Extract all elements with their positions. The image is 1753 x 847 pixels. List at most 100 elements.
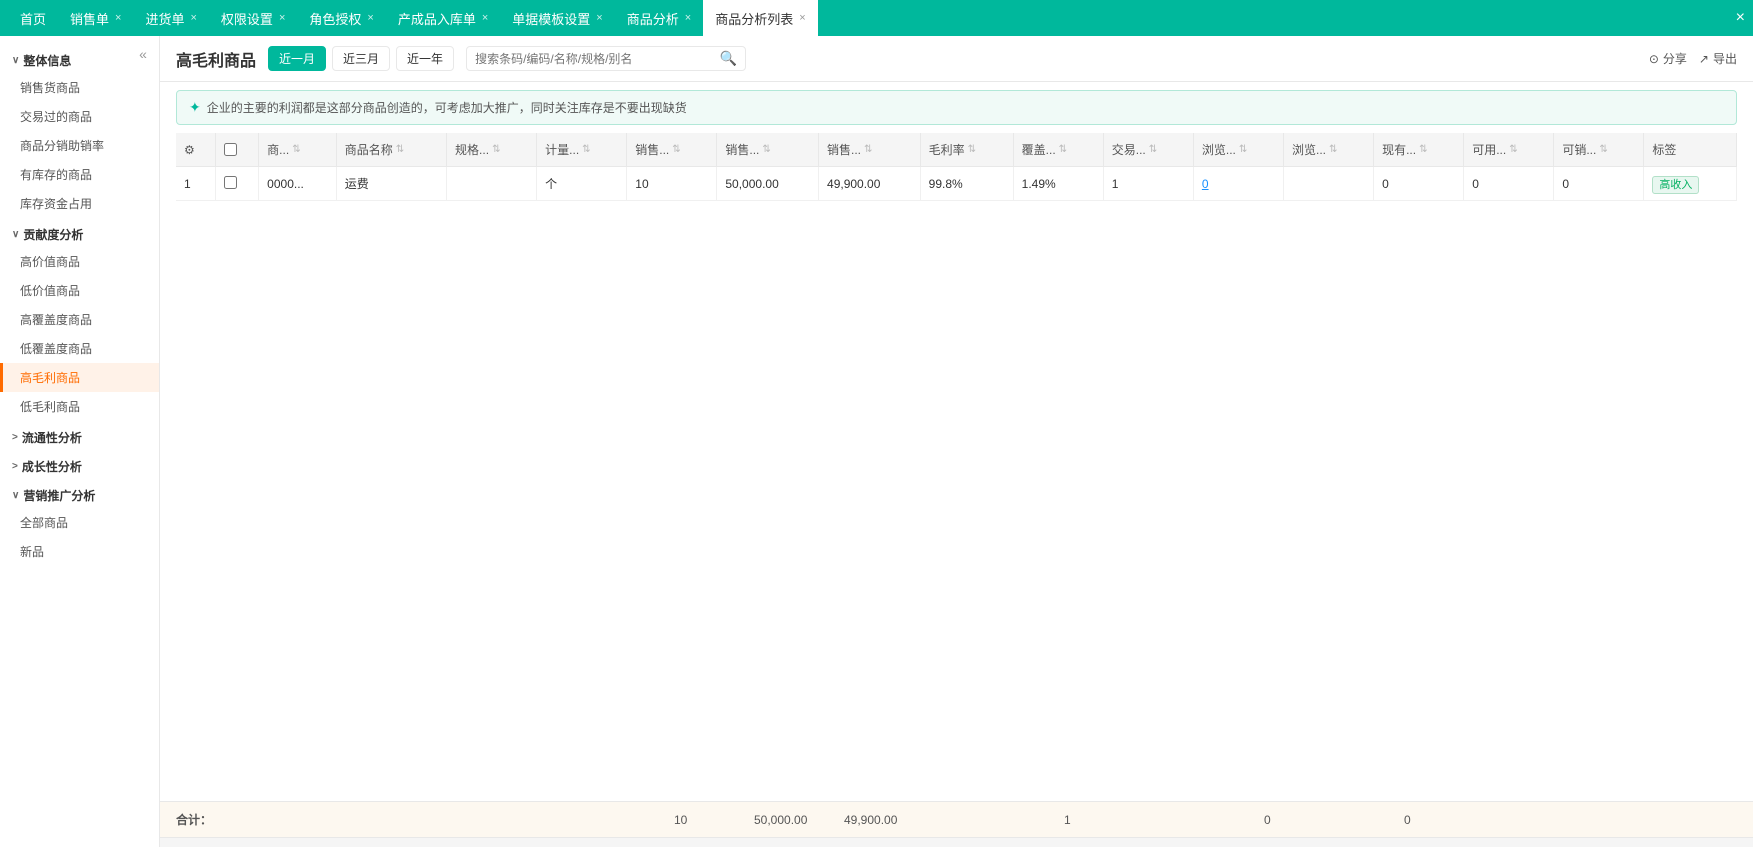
footer-label: 合计： xyxy=(176,811,296,828)
filter-btn-近三月[interactable]: 近三月 xyxy=(332,46,390,71)
nav-item-进货单[interactable]: 进货单 × xyxy=(133,0,208,36)
nav-item-商品分析[interactable]: 商品分析 × xyxy=(615,0,703,36)
col-header-current[interactable]: 现有...⇅ xyxy=(1374,133,1464,167)
col-header-available[interactable]: 可用...⇅ xyxy=(1464,133,1554,167)
sort-icon[interactable]: ⇅ xyxy=(292,144,300,155)
footer-cell-sales_cost: 49,900.00 xyxy=(836,813,926,827)
nav-item-首页[interactable]: 首页 xyxy=(8,0,58,36)
row-checkbox[interactable] xyxy=(224,176,237,189)
col-header-gross_rate[interactable]: 毛利率⇅ xyxy=(920,133,1013,167)
browse-link[interactable]: 0 xyxy=(1202,177,1209,191)
search-icon[interactable]: 🔍 xyxy=(720,50,737,67)
nav-close-icon[interactable]: × xyxy=(596,12,602,24)
sort-icon[interactable]: ⇅ xyxy=(762,144,770,155)
col-header-name[interactable]: 商品名称⇅ xyxy=(336,133,446,167)
sidebar-item-新品[interactable]: 新品 xyxy=(0,537,159,566)
share-button[interactable]: ⊙ 分享 xyxy=(1649,50,1687,67)
sidebar-collapse-button[interactable]: « xyxy=(133,44,153,64)
col-label: 销售... xyxy=(725,141,759,158)
sort-icon[interactable]: ⇅ xyxy=(864,144,872,155)
sort-icon[interactable]: ⇅ xyxy=(1239,144,1247,155)
window-close-button[interactable]: × xyxy=(1736,9,1745,27)
nav-close-icon[interactable]: × xyxy=(279,12,285,24)
sort-icon[interactable]: ⇅ xyxy=(1059,144,1067,155)
sort-icon[interactable]: ⇅ xyxy=(396,144,404,155)
nav-item-单据模板设置[interactable]: 单据模板设置 × xyxy=(500,0,614,36)
nav-close-icon[interactable]: × xyxy=(367,12,373,24)
sidebar-group-成长性分析[interactable]: >成长性分析 xyxy=(0,450,159,479)
search-box[interactable]: 🔍 xyxy=(466,46,746,71)
nav-close-icon[interactable]: × xyxy=(799,12,805,24)
sidebar-item-库存资金占用[interactable]: 库存资金占用 xyxy=(0,189,159,218)
footer-cell-code xyxy=(356,813,416,827)
sidebar-item-高毛利商品[interactable]: 高毛利商品 xyxy=(0,363,159,392)
share-label: 分享 xyxy=(1663,50,1687,67)
share-icon: ⊙ xyxy=(1649,52,1659,66)
footer-cell-unit xyxy=(606,813,666,827)
sort-icon[interactable]: ⇅ xyxy=(1419,144,1427,155)
nav-close-icon[interactable]: × xyxy=(685,12,691,24)
footer-cell-available xyxy=(1326,813,1396,827)
sidebar-item-全部商品[interactable]: 全部商品 xyxy=(0,508,159,537)
cell-current: 0 xyxy=(1374,167,1464,201)
sort-icon[interactable]: ⇅ xyxy=(1599,144,1607,155)
sort-icon[interactable]: ⇅ xyxy=(1329,144,1337,155)
sort-icon[interactable]: ⇅ xyxy=(1149,144,1157,155)
sort-icon[interactable]: ⇅ xyxy=(582,144,590,155)
sidebar-group-arrow: ∨ xyxy=(12,55,19,66)
col-header-trade[interactable]: 交易...⇅ xyxy=(1103,133,1193,167)
sidebar-group-贡献度分析[interactable]: ∨贡献度分析 xyxy=(0,218,159,247)
sidebar-item-销售货商品[interactable]: 销售货商品 xyxy=(0,73,159,102)
nav-item-销售单[interactable]: 销售单 × xyxy=(58,0,133,36)
col-header-sales_qty[interactable]: 销售...⇅ xyxy=(627,133,717,167)
footer-cell-browse2 xyxy=(1186,813,1256,827)
cell-available: 0 xyxy=(1464,167,1554,201)
cell-gross_rate: 99.8% xyxy=(920,167,1013,201)
col-header-saleable[interactable]: 可销...⇅ xyxy=(1554,133,1644,167)
footer-cell-saleable: 0 xyxy=(1396,813,1466,827)
sidebar-item-低覆盖度商品[interactable]: 低覆盖度商品 xyxy=(0,334,159,363)
col-header-checkbox xyxy=(215,133,258,167)
sort-icon[interactable]: ⇅ xyxy=(492,144,500,155)
footer-cell-sales_qty: 10 xyxy=(666,813,746,827)
bottom-scrollbar[interactable] xyxy=(160,837,1753,847)
col-label: 覆盖... xyxy=(1022,141,1056,158)
export-button[interactable]: ↗ 导出 xyxy=(1699,50,1737,67)
cell-browse1: 0 xyxy=(1193,167,1283,201)
nav-close-icon[interactable]: × xyxy=(115,12,121,24)
sidebar-item-低毛利商品[interactable]: 低毛利商品 xyxy=(0,392,159,421)
col-header-cover[interactable]: 覆盖...⇅ xyxy=(1013,133,1103,167)
nav-item-商品分析列表[interactable]: 商品分析列表 × xyxy=(703,0,817,36)
sidebar-group-流通性分析[interactable]: >流通性分析 xyxy=(0,421,159,450)
sidebar-item-有库存的商品[interactable]: 有库存的商品 xyxy=(0,160,159,189)
nav-item-产成品入库单[interactable]: 产成品入库单 × xyxy=(386,0,500,36)
col-header-code[interactable]: 商...⇅ xyxy=(259,133,337,167)
sort-icon[interactable]: ⇅ xyxy=(672,144,680,155)
main-layout: « ∨整体信息销售货商品交易过的商品商品分销助销率有库存的商品库存资金占用∨贡献… xyxy=(0,36,1753,847)
sidebar-group-label: 成长性分析 xyxy=(22,458,82,475)
nav-close-icon[interactable]: × xyxy=(190,12,196,24)
sidebar-item-高覆盖度商品[interactable]: 高覆盖度商品 xyxy=(0,305,159,334)
sidebar-group-营销推广分析[interactable]: ∨营销推广分析 xyxy=(0,479,159,508)
sort-icon[interactable]: ⇅ xyxy=(1509,144,1517,155)
sidebar-item-高价值商品[interactable]: 高价值商品 xyxy=(0,247,159,276)
sort-icon[interactable]: ⇅ xyxy=(968,144,976,155)
nav-item-权限设置[interactable]: 权限设置 × xyxy=(209,0,297,36)
sidebar-item-商品分销助销率[interactable]: 商品分销助销率 xyxy=(0,131,159,160)
col-header-unit[interactable]: 计量...⇅ xyxy=(537,133,627,167)
select-all-checkbox[interactable] xyxy=(224,143,237,156)
nav-close-icon[interactable]: × xyxy=(482,12,488,24)
col-header-spec[interactable]: 规格...⇅ xyxy=(447,133,537,167)
filter-btn-近一年[interactable]: 近一年 xyxy=(396,46,454,71)
search-input[interactable] xyxy=(475,52,720,66)
col-header-sales_amount[interactable]: 销售...⇅ xyxy=(717,133,819,167)
col-label: 计量... xyxy=(545,141,579,158)
col-header-sales_cost[interactable]: 销售...⇅ xyxy=(819,133,921,167)
filter-btn-近一月[interactable]: 近一月 xyxy=(268,46,326,71)
col-header-browse1[interactable]: 浏览...⇅ xyxy=(1193,133,1283,167)
sidebar-item-低价值商品[interactable]: 低价值商品 xyxy=(0,276,159,305)
nav-item-角色授权[interactable]: 角色授权 × xyxy=(297,0,385,36)
settings-icon[interactable]: ⚙ xyxy=(184,143,195,157)
sidebar-item-交易过的商品[interactable]: 交易过的商品 xyxy=(0,102,159,131)
col-header-browse2[interactable]: 浏览...⇅ xyxy=(1283,133,1373,167)
